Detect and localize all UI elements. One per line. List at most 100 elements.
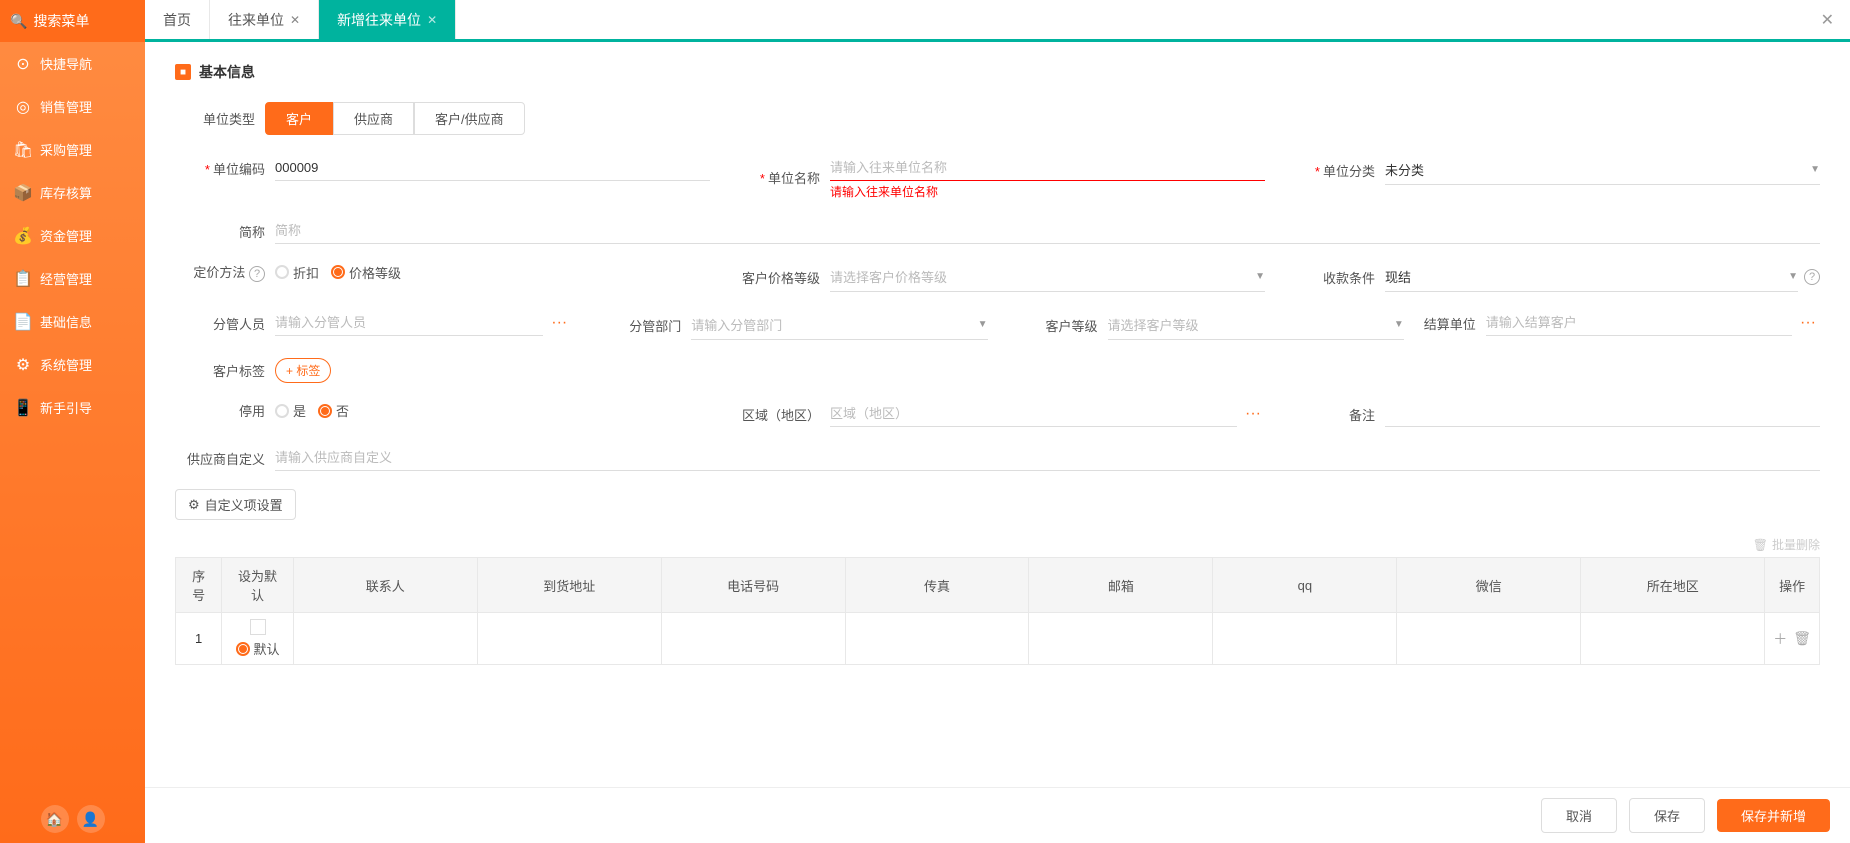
cell-wechat[interactable] [1397,613,1581,665]
qq-input[interactable] [1221,631,1388,646]
save-button[interactable]: 保存 [1629,798,1705,833]
settlement-unit-field: 结算单位 ··· [1424,310,1820,336]
col-fax: 传真 [845,558,1029,613]
pricing-help-icon[interactable]: ? [249,266,265,282]
payment-terms-select[interactable]: 现结 ▼ [1385,262,1798,292]
contact-input[interactable] [302,631,469,646]
sidebar-item-inventory[interactable]: 📦 库存核算 [0,171,145,214]
custom-setting-icon: ⚙ [188,497,200,513]
disable-radio-no[interactable]: 否 [318,401,349,420]
pricing-radio-discount[interactable]: 折扣 [275,263,319,282]
pricing-radio-price-level[interactable]: 价格等级 [331,263,401,282]
cell-qq[interactable] [1213,613,1397,665]
email-input[interactable] [1037,631,1204,646]
tab-new-counterparty-close[interactable]: ✕ [427,13,437,27]
sidebar-item-basic-info[interactable]: 📄 基础信息 [0,300,145,343]
pricing-method-label: 定价方法 ? [175,262,275,282]
dept-select[interactable]: 请输入分管部门 ▼ [691,310,987,340]
pricing-discount-circle [275,265,289,279]
remark-input[interactable] [1385,401,1820,427]
supplier-custom-label: 供应商自定义 [175,449,275,468]
supplier-custom-input[interactable] [275,445,1820,471]
cell-fax[interactable] [845,613,1029,665]
sidebar-item-system[interactable]: ⚙ 系统管理 [0,343,145,386]
disable-radio-yes[interactable]: 是 [275,401,306,420]
form-row-tag: 客户标签 + 标签 [175,358,1820,383]
sidebar-item-purchase[interactable]: 🛍 采购管理 [0,128,145,171]
manager-input[interactable] [275,310,543,336]
region-dots-btn[interactable]: ··· [1241,405,1265,423]
cancel-button[interactable]: 取消 [1541,798,1617,833]
add-row-icon[interactable]: ＋ [1773,629,1787,649]
customer-tag-btn[interactable]: + 标签 [275,358,331,383]
customer-price-level-field: 客户价格等级 请选择客户价格等级 ▼ [730,262,1265,292]
search-menu[interactable]: 🔍 搜索菜单 [0,0,145,42]
sidebar-item-finance[interactable]: 💰 资金管理 [0,214,145,257]
sidebar-item-quick-nav[interactable]: ⊙ 快捷导航 [0,42,145,85]
phone-input[interactable] [670,631,837,646]
payment-terms-help-icon[interactable]: ? [1804,269,1820,285]
cell-default: 默认 [222,613,294,665]
save-new-button[interactable]: 保存并新增 [1717,799,1830,832]
operation-icon: 📋 [14,270,32,288]
unit-category-value: 未分类 ▼ [1385,155,1820,185]
unit-category-arrow-icon: ▼ [1810,164,1820,175]
settlement-unit-label: 结算单位 [1424,314,1486,333]
unit-category-select[interactable]: 未分类 ▼ [1385,155,1820,185]
form-area: ■ 基本信息 单位类型 客户 供应商 客户/供应商 单位编码 单位名称 请输入往… [145,42,1850,787]
address-input[interactable] [486,631,653,646]
region-input[interactable] [830,401,1237,427]
tab-new-counterparty[interactable]: 新增往来单位 ✕ [319,0,456,39]
disable-field: 停用 是 否 [175,401,710,420]
tab-home[interactable]: 首页 [145,0,210,39]
remark-field: 备注 [1285,401,1820,427]
delete-row-icon[interactable]: 🗑 [1793,630,1811,647]
abbr-label: 简称 [175,222,275,241]
wechat-input[interactable] [1405,631,1572,646]
dept-field: 分管部门 请输入分管部门 ▼ [591,310,987,340]
cell-region[interactable] [1581,613,1765,665]
manager-dots-btn[interactable]: ··· [547,314,571,332]
type-btn-supplier[interactable]: 供应商 [333,102,414,135]
tab-counterparty-close[interactable]: ✕ [290,13,300,27]
payment-terms-arrow-icon: ▼ [1788,271,1798,282]
fax-input[interactable] [854,631,1021,646]
unit-name-input[interactable] [830,155,1265,181]
settlement-unit-input[interactable] [1486,310,1792,336]
home-bottom-icon[interactable]: 🏠 [41,805,69,833]
abbr-input[interactable] [275,218,1820,244]
settlement-unit-dots-btn[interactable]: ··· [1796,314,1820,332]
customer-price-level-select[interactable]: 请选择客户价格等级 ▼ [830,262,1265,292]
col-seq: 序号 [176,558,222,613]
custom-setting-btn[interactable]: ⚙ 自定义项设置 [175,489,296,520]
finance-icon: 💰 [14,227,32,245]
row-checkbox[interactable] [250,619,266,635]
cell-address[interactable] [477,613,661,665]
remark-value [1385,401,1820,427]
cell-contact[interactable] [293,613,477,665]
payment-terms-text: 现结 [1385,267,1788,286]
default-radio[interactable]: 默认 [236,639,280,658]
disable-no-dot [321,407,329,415]
search-icon: 🔍 [10,13,27,30]
type-btn-both[interactable]: 客户/供应商 [414,102,525,135]
sidebar-item-guide[interactable]: 📱 新手引导 [0,386,145,429]
unit-name-field: 单位名称 请输入往来单位名称 [730,155,1265,200]
type-btn-customer[interactable]: 客户 [265,102,333,135]
customer-level-label: 客户等级 [1008,316,1108,335]
dept-value: 请输入分管部门 ▼ [691,310,987,340]
cell-email[interactable] [1029,613,1213,665]
unit-code-input[interactable] [275,155,710,181]
sidebar-item-operation[interactable]: 📋 经营管理 [0,257,145,300]
sidebar-item-sales[interactable]: ◎ 销售管理 [0,85,145,128]
form-row-supplier-custom: 供应商自定义 [175,445,1820,471]
user-bottom-icon[interactable]: 👤 [77,805,105,833]
tab-bar-close-all[interactable]: ✕ [1805,0,1850,39]
region-row-input[interactable] [1589,631,1756,646]
customer-level-select[interactable]: 请选择客户等级 ▼ [1108,310,1404,340]
unit-name-label: 单位名称 [730,168,830,187]
cell-phone[interactable] [661,613,845,665]
tab-counterparty[interactable]: 往来单位 ✕ [210,0,319,39]
col-qq: qq [1213,558,1397,613]
manager-label: 分管人员 [175,314,275,333]
